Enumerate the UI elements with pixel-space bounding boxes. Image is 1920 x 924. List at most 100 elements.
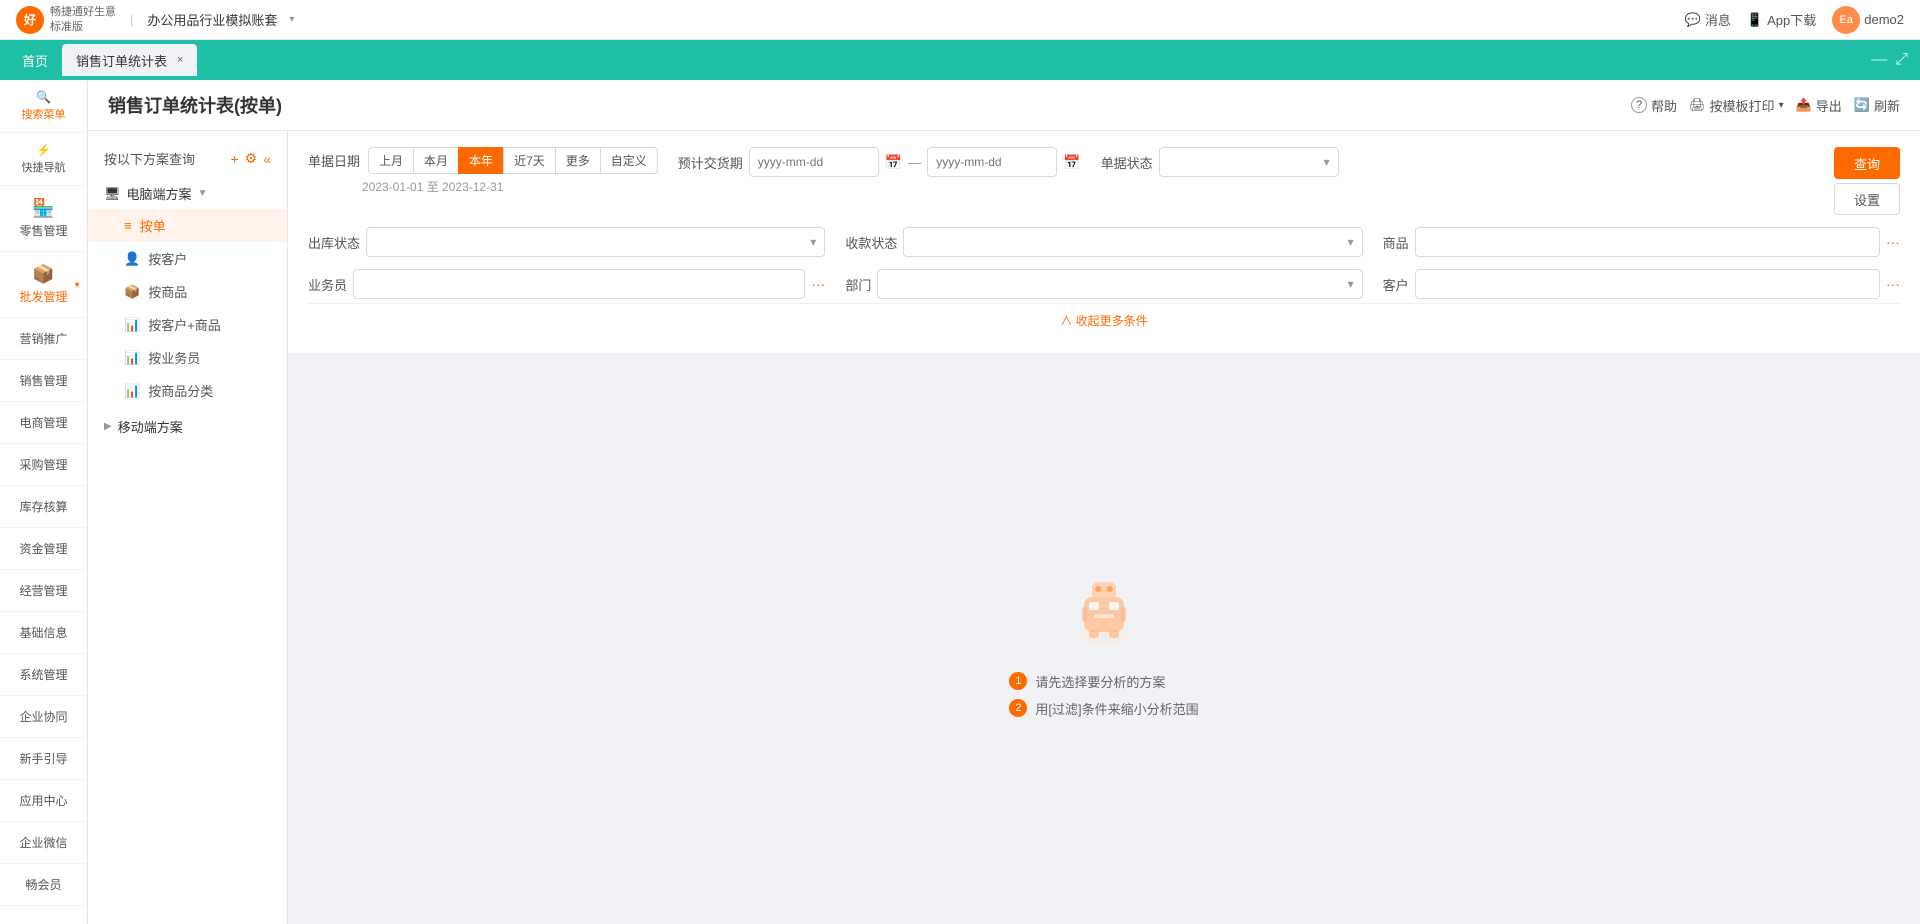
desktop-scheme-header[interactable]: 🖥 电脑端方案 ▼ bbox=[88, 178, 287, 209]
minimize-btn[interactable]: — bbox=[1871, 51, 1887, 69]
date-from-input[interactable] bbox=[749, 147, 879, 177]
prev-month-btn[interactable]: 上月 bbox=[368, 147, 413, 174]
payment-status-arrow: ▾ bbox=[1348, 235, 1354, 249]
sidebar-item-wechat[interactable]: 企业微信 bbox=[0, 822, 87, 864]
sidebar-item-system[interactable]: 系统管理 bbox=[0, 654, 87, 696]
scheme-item-by-salesperson[interactable]: 📊 按业务员 bbox=[88, 341, 287, 374]
query-button[interactable]: 查询 bbox=[1834, 147, 1900, 179]
settings-button[interactable]: 设置 bbox=[1834, 183, 1900, 215]
more-btn[interactable]: 更多 bbox=[555, 147, 600, 174]
payment-status-select[interactable]: ▾ bbox=[903, 227, 1362, 257]
empty-state: 1 请先选择要分析的方案 2 用[过滤]条件来缩小分析范围 bbox=[1009, 552, 1198, 726]
user-area[interactable]: Ea demo2 bbox=[1832, 6, 1904, 34]
help-icon: ? bbox=[1631, 97, 1647, 113]
date-range-display: 2023-01-01 至 2023-12-31 bbox=[308, 178, 658, 195]
sidebar-item-purchase[interactable]: 采购管理 bbox=[0, 444, 87, 486]
app-title: 办公用品行业模拟账套 bbox=[147, 10, 277, 29]
help-btn[interactable]: ? 帮助 bbox=[1631, 96, 1677, 115]
scheme-item-by-product-cat[interactable]: 📊 按商品分类 bbox=[88, 374, 287, 407]
page-actions: ? 帮助 🖨 按模板打印 ▾ 📤 导出 🔄 刷新 bbox=[1631, 96, 1900, 127]
sidebar-item-marketing[interactable]: 营销推广 bbox=[0, 318, 87, 360]
sidebar-item-basic-info[interactable]: 基础信息 bbox=[0, 612, 87, 654]
expected-date-group: 预计交货期 📅 — 📅 bbox=[678, 147, 1081, 177]
sidebar-item-retail[interactable]: 🏪 零售管理 bbox=[0, 186, 87, 252]
tab-sales-stats[interactable]: 销售订单统计表 × bbox=[62, 44, 197, 76]
status-label: 单据状态 bbox=[1101, 153, 1153, 172]
scheme-item-by-product[interactable]: 📦 按商品 bbox=[88, 275, 287, 308]
sidebar-item-wholesale[interactable]: 📦 批发管理 bbox=[0, 252, 87, 318]
print-icon: 🖨 bbox=[1689, 97, 1706, 113]
add-scheme-btn[interactable]: + bbox=[230, 151, 238, 167]
collapse-panel-btn[interactable]: « bbox=[263, 151, 271, 167]
app-download-icon: 📱 bbox=[1747, 12, 1763, 28]
customer-select[interactable] bbox=[1415, 269, 1880, 299]
filter-panel: 单据日期 上月 本月 本年 近7天 更多 自定义 2023 bbox=[288, 131, 1920, 353]
step-2-num: 2 bbox=[1009, 699, 1027, 717]
sidebar-item-operation[interactable]: 经营管理 bbox=[0, 570, 87, 612]
product-more-btn[interactable]: ··· bbox=[1886, 234, 1900, 250]
customer-more-btn[interactable]: ··· bbox=[1886, 276, 1900, 292]
app-dropdown-arrow[interactable]: ▾ bbox=[289, 14, 294, 25]
payment-status-label: 收款状态 bbox=[845, 233, 897, 252]
product-select[interactable] bbox=[1415, 227, 1880, 257]
sidebar-item-newbie[interactable]: 新手引导 bbox=[0, 738, 87, 780]
this-year-btn[interactable]: 本年 bbox=[458, 147, 503, 174]
collapse-bar[interactable]: ∧ 收起更多条件 bbox=[308, 303, 1900, 337]
sidebar-item-app-center[interactable]: 应用中心 bbox=[0, 780, 87, 822]
custom-btn[interactable]: 自定义 bbox=[600, 147, 658, 174]
refresh-btn[interactable]: 🔄 刷新 bbox=[1854, 96, 1900, 115]
tab-home[interactable]: 首页 bbox=[8, 44, 62, 76]
this-month-btn[interactable]: 本月 bbox=[413, 147, 458, 174]
date-to-input[interactable] bbox=[927, 147, 1057, 177]
filter-row-3: 业务员 ··· 部门 ▾ bbox=[308, 269, 1900, 299]
status-filter-group: 单据状态 ▾ bbox=[1101, 147, 1339, 177]
filter-row-1: 单据日期 上月 本月 本年 近7天 更多 自定义 2023 bbox=[308, 147, 1900, 215]
department-group: 部门 ▾ bbox=[845, 269, 1362, 299]
refresh-icon: 🔄 bbox=[1854, 97, 1870, 113]
ship-status-select[interactable]: ▾ bbox=[366, 227, 825, 257]
step-1-num: 1 bbox=[1009, 672, 1027, 690]
scheme-item-by-customer[interactable]: 👤 按客户 bbox=[88, 242, 287, 275]
department-select[interactable]: ▾ bbox=[877, 269, 1362, 299]
by-product-cat-icon: 📊 bbox=[124, 383, 140, 399]
action-btns: 查询 设置 bbox=[1834, 147, 1900, 215]
avatar: Ea bbox=[1832, 6, 1860, 34]
department-arrow: ▾ bbox=[1348, 277, 1354, 291]
cal-from-icon[interactable]: 📅 bbox=[885, 154, 902, 171]
sidebar-item-sales-mgmt[interactable]: 销售管理 bbox=[0, 360, 87, 402]
sidebar-item-ecommerce[interactable]: 电商管理 bbox=[0, 402, 87, 444]
export-btn[interactable]: 📤 导出 bbox=[1796, 96, 1842, 115]
sidebar-item-finance[interactable]: 资金管理 bbox=[0, 528, 87, 570]
ship-status-label: 出库状态 bbox=[308, 233, 360, 252]
customer-label: 客户 bbox=[1383, 275, 1409, 294]
empty-step-1: 1 请先选择要分析的方案 bbox=[1009, 672, 1198, 691]
scheme-item-by-order[interactable]: ≡ 按单 bbox=[88, 209, 287, 242]
salesperson-select[interactable] bbox=[353, 269, 805, 299]
retail-icon: 🏪 bbox=[4, 198, 83, 219]
tab-bar: 首页 销售订单统计表 × — ⤢ bbox=[0, 40, 1920, 80]
sidebar-item-inventory[interactable]: 库存核算 bbox=[0, 486, 87, 528]
last-7-btn[interactable]: 近7天 bbox=[503, 147, 555, 174]
sidebar-item-enterprise[interactable]: 企业协同 bbox=[0, 696, 87, 738]
empty-step-2: 2 用[过滤]条件来缩小分析范围 bbox=[1009, 699, 1198, 718]
sidebar-item-vip[interactable]: 畅会员 bbox=[0, 864, 87, 906]
status-select[interactable]: ▾ bbox=[1159, 147, 1339, 177]
scheme-settings-btn[interactable]: ⚙ bbox=[245, 150, 258, 167]
ship-status-arrow: ▾ bbox=[810, 235, 816, 249]
search-icon: 🔍 bbox=[36, 90, 51, 104]
desktop-scheme-section: 🖥 电脑端方案 ▼ ≡ 按单 👤 按客户 📦 按商品 bbox=[88, 174, 287, 411]
message-action[interactable]: 💬 消息 bbox=[1685, 10, 1731, 29]
tab-close-btn[interactable]: × bbox=[177, 54, 183, 66]
app-download-action[interactable]: 📱 App下载 bbox=[1747, 10, 1816, 29]
scheme-item-by-cust-prod[interactable]: 📊 按客户+商品 bbox=[88, 308, 287, 341]
expected-date-label: 预计交货期 bbox=[678, 153, 743, 172]
mobile-scheme-header[interactable]: ▶ 移动端方案 bbox=[88, 411, 287, 442]
sidebar-search[interactable]: 🔍 搜索菜单 bbox=[0, 80, 87, 133]
date-label: 单据日期 bbox=[308, 151, 360, 170]
maximize-btn[interactable]: ⤢ bbox=[1895, 51, 1908, 69]
salesperson-more-btn[interactable]: ··· bbox=[811, 276, 825, 292]
cal-to-icon[interactable]: 📅 bbox=[1063, 154, 1080, 171]
logo-area: 好 畅捷通好生意 标准版 bbox=[16, 5, 116, 34]
sidebar-quicknav[interactable]: ⚡ 快捷导航 bbox=[0, 133, 87, 186]
print-btn[interactable]: 🖨 按模板打印 ▾ bbox=[1689, 96, 1784, 115]
